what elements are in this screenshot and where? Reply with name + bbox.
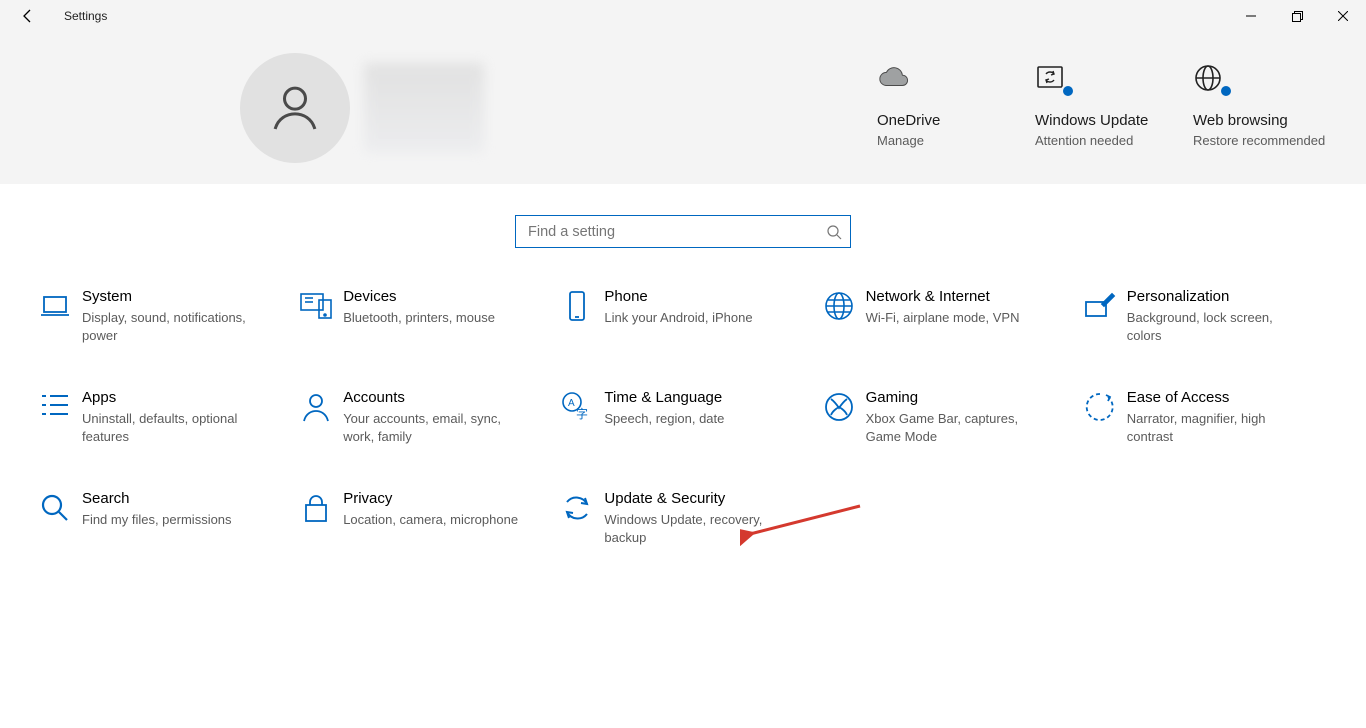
globe-icon	[1193, 62, 1225, 94]
category-desc: Background, lock screen, colors	[1127, 309, 1307, 344]
status-title: OneDrive	[877, 112, 1025, 129]
update-icon	[1035, 62, 1067, 94]
globe-icon	[814, 288, 864, 344]
close-button[interactable]	[1320, 0, 1366, 32]
category-personalization[interactable]: Personalization Background, lock screen, …	[1075, 288, 1336, 344]
category-desc: Your accounts, email, sync, work, family	[343, 410, 523, 445]
status-title: Windows Update	[1035, 112, 1183, 129]
status-web-browsing[interactable]: Web browsing Restore recommended	[1188, 52, 1346, 160]
status-sub: Manage	[877, 133, 1025, 150]
search-box[interactable]	[515, 215, 851, 248]
phone-icon	[552, 288, 602, 344]
account-hero: OneDrive Manage Windows Update Attention…	[0, 32, 1366, 184]
svg-text:字: 字	[576, 406, 588, 421]
cloud-icon	[877, 62, 909, 94]
category-name: Search	[82, 490, 232, 507]
devices-icon	[291, 288, 341, 344]
category-name: System	[82, 288, 262, 305]
avatar[interactable]	[240, 53, 350, 163]
update-icon	[552, 490, 602, 546]
category-privacy[interactable]: Privacy Location, camera, microphone	[291, 490, 552, 546]
category-time-language[interactable]: A字Time & LanguageSpeech, region, date	[552, 389, 813, 445]
category-name: Privacy	[343, 490, 518, 507]
category-update-security[interactable]: Update & Security Windows Update, recover…	[552, 490, 813, 546]
category-devices[interactable]: Devices Bluetooth, printers, mouse	[291, 288, 552, 344]
status-sub: Attention needed	[1035, 133, 1183, 150]
user-info-blurred	[364, 63, 484, 153]
category-desc: Find my files, permissions	[82, 511, 232, 529]
maximize-button[interactable]	[1274, 0, 1320, 32]
category-name: Update & Security	[604, 490, 784, 507]
category-apps[interactable]: Apps Uninstall, defaults, optional featur…	[30, 389, 291, 445]
back-button[interactable]	[12, 0, 44, 32]
category-desc: Link your Android, iPhone	[604, 309, 752, 327]
pen-icon	[1075, 288, 1125, 344]
category-desc: Uninstall, defaults, optional features	[82, 410, 262, 445]
minimize-button[interactable]	[1228, 0, 1274, 32]
category-desc: Location, camera, microphone	[343, 511, 518, 529]
category-accounts[interactable]: Accounts Your accounts, email, sync, work…	[291, 389, 552, 445]
lock-icon	[291, 490, 341, 546]
category-desc: Wi-Fi, airplane mode, VPN	[866, 309, 1020, 327]
ease-icon	[1075, 389, 1125, 445]
search-icon	[826, 224, 842, 240]
lang-icon: A字	[552, 389, 602, 445]
category-name: Time & Language	[604, 389, 724, 406]
laptop-icon	[30, 288, 80, 344]
category-name: Gaming	[866, 389, 1046, 406]
category-system[interactable]: System Display, sound, notifications, pow…	[30, 288, 291, 344]
apps-icon	[30, 389, 80, 445]
search-input[interactable]	[528, 224, 826, 240]
status-sub: Restore recommended	[1193, 133, 1341, 150]
category-desc: Xbox Game Bar, captures, Game Mode	[866, 410, 1046, 445]
svg-text:A: A	[568, 398, 575, 409]
category-desc: Narrator, magnifier, high contrast	[1127, 410, 1307, 445]
category-gaming[interactable]: Gaming Xbox Game Bar, captures, Game Mode	[814, 389, 1075, 445]
category-ease-of-access[interactable]: Ease of Access Narrator, magnifier, high …	[1075, 389, 1336, 445]
status-windows-update[interactable]: Windows Update Attention needed	[1030, 52, 1188, 160]
xbox-icon	[814, 389, 864, 445]
category-network-internet[interactable]: Network & Internet Wi-Fi, airplane mode, …	[814, 288, 1075, 344]
category-name: Accounts	[343, 389, 523, 406]
category-name: Devices	[343, 288, 495, 305]
window-title: Settings	[64, 9, 107, 23]
search-icon	[30, 490, 80, 546]
category-name: Ease of Access	[1127, 389, 1307, 406]
category-name: Personalization	[1127, 288, 1307, 305]
category-desc: Display, sound, notifications, power	[82, 309, 262, 344]
status-title: Web browsing	[1193, 112, 1341, 129]
category-phone[interactable]: Phone Link your Android, iPhone	[552, 288, 813, 344]
category-desc: Speech, region, date	[604, 410, 724, 428]
category-name: Network & Internet	[866, 288, 1020, 305]
categories-grid: System Display, sound, notifications, pow…	[0, 288, 1366, 546]
person-icon	[291, 389, 341, 445]
category-name: Apps	[82, 389, 262, 406]
titlebar: Settings	[0, 0, 1366, 32]
category-desc: Bluetooth, printers, mouse	[343, 309, 495, 327]
category-desc: Windows Update, recovery, backup	[604, 511, 784, 546]
category-name: Phone	[604, 288, 752, 305]
category-search[interactable]: Search Find my files, permissions	[30, 490, 291, 546]
status-onedrive[interactable]: OneDrive Manage	[872, 52, 1030, 160]
